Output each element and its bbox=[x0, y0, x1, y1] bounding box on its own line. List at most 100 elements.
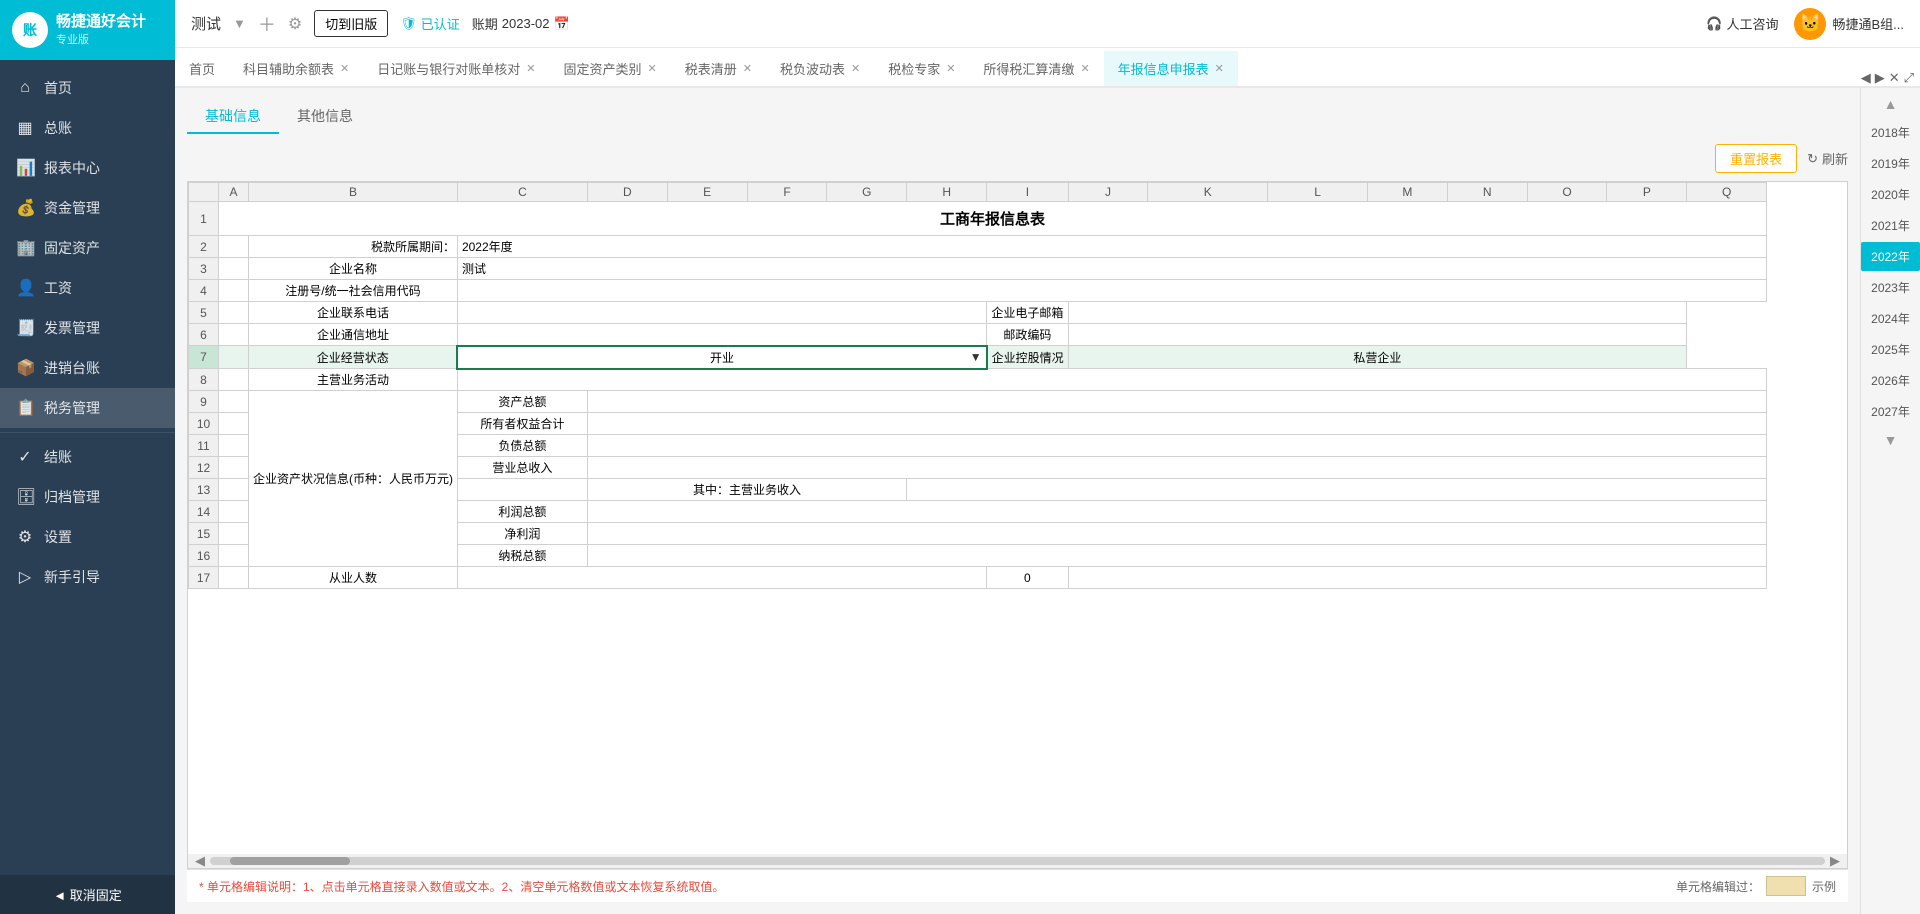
tab-home[interactable]: 首页 bbox=[175, 51, 229, 88]
topbar-old-version-btn[interactable]: 切到旧版 bbox=[314, 10, 388, 37]
year-nav-down[interactable]: ▼ bbox=[1880, 428, 1902, 452]
cell-17-b[interactable]: 从业人数 bbox=[248, 567, 457, 589]
col-l[interactable]: L bbox=[1268, 183, 1368, 202]
scroll-thumb[interactable] bbox=[230, 857, 350, 865]
col-a[interactable]: A bbox=[219, 183, 249, 202]
tab-journal-close[interactable]: ✕ bbox=[526, 62, 535, 75]
scroll-left-btn[interactable]: ◀ bbox=[190, 853, 210, 869]
cell-9-c[interactable]: 资产总额 bbox=[457, 391, 587, 413]
cell-2-a[interactable] bbox=[219, 236, 249, 258]
sidebar-item-report[interactable]: 📊 报表中心 bbox=[0, 148, 175, 188]
tab-aux-close[interactable]: ✕ bbox=[340, 62, 349, 75]
sidebar-item-ledger[interactable]: ▦ 总账 bbox=[0, 108, 175, 148]
tab-income-tax[interactable]: 所得税汇算清缴 ✕ bbox=[969, 51, 1103, 88]
tab-tax-wave-close[interactable]: ✕ bbox=[851, 62, 860, 75]
cell-12-c[interactable]: 营业总收入 bbox=[457, 457, 587, 479]
sub-tab-basic[interactable]: 基础信息 bbox=[187, 100, 279, 134]
tab-tax-wave[interactable]: 税负波动表 ✕ bbox=[766, 51, 874, 88]
sub-tab-other[interactable]: 其他信息 bbox=[279, 100, 371, 134]
cell-3-a[interactable] bbox=[219, 258, 249, 280]
cell-17-a[interactable] bbox=[219, 567, 249, 589]
tab-scroll-left[interactable]: ◀ bbox=[1861, 70, 1871, 86]
cell-3-c[interactable]: 测试 bbox=[457, 258, 1766, 280]
cell-11-a[interactable] bbox=[219, 435, 249, 457]
year-item-2027[interactable]: 2027年 bbox=[1861, 397, 1920, 426]
cell-6-c[interactable] bbox=[457, 324, 986, 346]
topbar-user[interactable]: 🐱 畅捷通B组... bbox=[1794, 8, 1904, 40]
cell-5-c[interactable] bbox=[457, 302, 986, 324]
cell-15-a[interactable] bbox=[219, 523, 249, 545]
sidebar-item-fund[interactable]: 💰 资金管理 bbox=[0, 188, 175, 228]
col-d[interactable]: D bbox=[587, 183, 667, 202]
cell-16-d[interactable] bbox=[587, 545, 1766, 567]
year-item-2018[interactable]: 2018年 bbox=[1861, 118, 1920, 147]
tab-tax-expert[interactable]: 税检专家 ✕ bbox=[874, 51, 969, 88]
cell-3-b[interactable]: 企业名称 bbox=[248, 258, 457, 280]
year-nav-up[interactable]: ▲ bbox=[1880, 92, 1902, 116]
col-f[interactable]: F bbox=[747, 183, 827, 202]
cell-16-a[interactable] bbox=[219, 545, 249, 567]
cell-12-d[interactable] bbox=[587, 457, 1766, 479]
tab-income-tax-close[interactable]: ✕ bbox=[1080, 62, 1089, 75]
cell-7-c-dropdown[interactable]: 开业 ▼ bbox=[457, 346, 986, 369]
cell-17-j[interactable]: 0 bbox=[987, 567, 1069, 589]
sidebar-item-home[interactable]: ⌂ 首页 bbox=[0, 68, 175, 108]
col-n[interactable]: N bbox=[1447, 183, 1527, 202]
cell-13-c[interactable] bbox=[457, 479, 587, 501]
cell-5-a[interactable] bbox=[219, 302, 249, 324]
tab-scroll-right[interactable]: ▶ bbox=[1875, 70, 1885, 86]
col-i[interactable]: I bbox=[987, 183, 1069, 202]
year-item-2026[interactable]: 2026年 bbox=[1861, 366, 1920, 395]
cell-12-a[interactable] bbox=[219, 457, 249, 479]
col-m[interactable]: M bbox=[1367, 183, 1447, 202]
year-item-2025[interactable]: 2025年 bbox=[1861, 335, 1920, 364]
cell-4-a[interactable] bbox=[219, 280, 249, 302]
year-item-2020[interactable]: 2020年 bbox=[1861, 180, 1920, 209]
year-item-2021[interactable]: 2021年 bbox=[1861, 211, 1920, 240]
cell-11-c[interactable]: 负债总额 bbox=[457, 435, 587, 457]
scroll-right-btn[interactable]: ▶ bbox=[1825, 853, 1845, 869]
topbar-add-btn[interactable]: ＋ bbox=[258, 11, 276, 37]
sidebar-item-tax[interactable]: 📋 税务管理 bbox=[0, 388, 175, 428]
tab-journal[interactable]: 日记账与银行对账单核对 ✕ bbox=[363, 51, 549, 88]
tab-tax-form[interactable]: 税表清册 ✕ bbox=[671, 51, 766, 88]
tab-annual-report-close[interactable]: ✕ bbox=[1215, 62, 1224, 75]
tab-tax-form-close[interactable]: ✕ bbox=[743, 62, 752, 75]
cell-6-a[interactable] bbox=[219, 324, 249, 346]
col-e[interactable]: E bbox=[667, 183, 747, 202]
horizontal-scrollbar[interactable]: ◀ ▶ bbox=[188, 854, 1847, 868]
cell-11-d[interactable] bbox=[587, 435, 1766, 457]
cell-6-b[interactable]: 企业通信地址 bbox=[248, 324, 457, 346]
tab-fixed-cat-close[interactable]: ✕ bbox=[648, 62, 657, 75]
cell-14-c[interactable]: 利润总额 bbox=[457, 501, 587, 523]
cell-7-j[interactable]: 企业控股情况 bbox=[987, 346, 1069, 369]
sheet-scroll-area[interactable]: A B C D E F G H I J K L bbox=[188, 182, 1847, 854]
year-item-2022[interactable]: 2022年 bbox=[1861, 242, 1920, 271]
cell-10-a[interactable] bbox=[219, 413, 249, 435]
cell-8-c[interactable] bbox=[457, 369, 1766, 391]
cell-7-b[interactable]: 企业经营状态 bbox=[248, 346, 457, 369]
tab-close-all[interactable]: ✕ bbox=[1889, 70, 1900, 86]
tab-tax-expert-close[interactable]: ✕ bbox=[946, 62, 955, 75]
cell-5-j[interactable]: 企业电子邮箱 bbox=[987, 302, 1069, 324]
year-item-2024[interactable]: 2024年 bbox=[1861, 304, 1920, 333]
col-c[interactable]: C bbox=[457, 183, 587, 202]
cell-16-c[interactable]: 纳税总额 bbox=[457, 545, 587, 567]
cell-2-c[interactable]: 2022年度 bbox=[457, 236, 1766, 258]
cell-7-a[interactable] bbox=[219, 346, 249, 369]
col-j[interactable]: J bbox=[1068, 183, 1148, 202]
calendar-icon[interactable]: 📅 bbox=[554, 16, 570, 32]
sidebar-item-settings[interactable]: ⚙ 设置 bbox=[0, 517, 175, 557]
cell-9-a[interactable] bbox=[219, 391, 249, 413]
tab-aux[interactable]: 科目辅助余额表 ✕ bbox=[229, 51, 363, 88]
sidebar-item-wage[interactable]: 👤 工资 bbox=[0, 268, 175, 308]
scroll-track[interactable] bbox=[210, 857, 1825, 865]
tab-annual-report[interactable]: 年报信息申报表 ✕ bbox=[1104, 51, 1238, 88]
cell-2-b[interactable]: 税款所属期间： bbox=[248, 236, 457, 258]
cell-13-d[interactable]: 其中：主营业务收入 bbox=[587, 479, 906, 501]
refresh-btn[interactable]: ↻ 刷新 bbox=[1807, 149, 1848, 168]
topbar-settings-icon[interactable]: ⚙ bbox=[288, 14, 302, 34]
year-item-2019[interactable]: 2019年 bbox=[1861, 149, 1920, 178]
cell-10-d[interactable] bbox=[587, 413, 1766, 435]
col-b[interactable]: B bbox=[248, 183, 457, 202]
